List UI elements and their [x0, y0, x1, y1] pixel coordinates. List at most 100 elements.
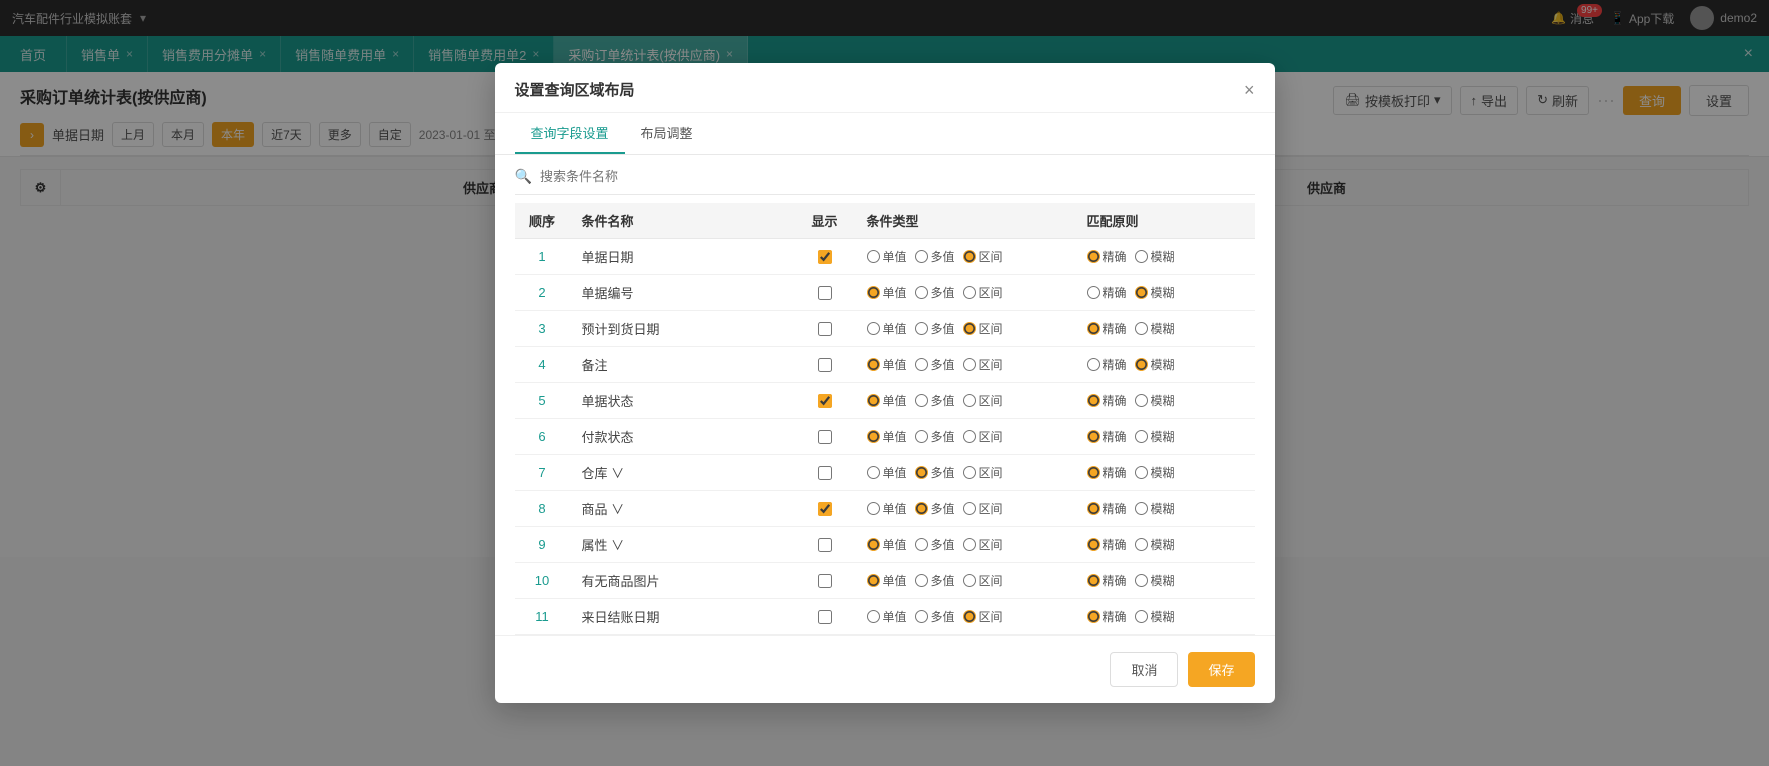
match-radio-模糊[interactable] [1135, 502, 1148, 515]
type-radio-多值[interactable] [915, 502, 928, 515]
table-row: 7 仓库 ∨ 单值多值区间 精确模糊 [515, 455, 1255, 491]
display-checkbox[interactable] [818, 358, 832, 372]
match-radio-精确[interactable] [1087, 286, 1100, 299]
condition-name: 付款状态 [582, 430, 634, 445]
display-checkbox[interactable] [818, 322, 832, 336]
table-row: 11来日结账日期单值多值区间精确模糊 [515, 599, 1255, 635]
th-display: 显示 [795, 203, 855, 239]
row-num: 5 [538, 393, 545, 408]
condition-type-group: 单值多值区间 [867, 356, 1063, 373]
type-radio-单值[interactable] [867, 538, 880, 551]
match-radio-模糊[interactable] [1135, 358, 1148, 371]
modal-close-btn[interactable]: × [1244, 81, 1255, 99]
match-radio-模糊[interactable] [1135, 394, 1148, 407]
condition-name: 仓库 ∨ [582, 466, 625, 481]
display-checkbox[interactable] [818, 250, 832, 264]
display-checkbox[interactable] [818, 466, 832, 480]
btn-cancel[interactable]: 取消 [1110, 652, 1178, 687]
type-radio-多值[interactable] [915, 250, 928, 263]
match-radio-模糊[interactable] [1135, 430, 1148, 443]
type-radio-多值[interactable] [915, 322, 928, 335]
type-radio-区间[interactable] [963, 502, 976, 515]
type-radio-区间[interactable] [963, 466, 976, 479]
display-checkbox[interactable] [818, 538, 832, 552]
match-radio-精确[interactable] [1087, 574, 1100, 587]
condition-type-group: 单值多值区间 [867, 248, 1063, 265]
type-radio-区间[interactable] [963, 250, 976, 263]
display-checkbox[interactable] [818, 502, 832, 516]
th-condition-type: 条件类型 [855, 203, 1075, 239]
match-radio-精确[interactable] [1087, 358, 1100, 371]
type-radio-单值[interactable] [867, 502, 880, 515]
type-radio-多值[interactable] [915, 394, 928, 407]
match-radio-模糊[interactable] [1135, 250, 1148, 263]
match-radio-模糊[interactable] [1135, 322, 1148, 335]
type-radio-多值[interactable] [915, 466, 928, 479]
type-radio-单值[interactable] [867, 286, 880, 299]
btn-save[interactable]: 保存 [1188, 652, 1254, 687]
type-radio-单值[interactable] [867, 466, 880, 479]
modal-tab-query-fields[interactable]: 查询字段设置 [515, 113, 625, 154]
match-radio-模糊[interactable] [1135, 466, 1148, 479]
condition-type-group: 单值多值区间 [867, 428, 1063, 445]
match-rule-group: 精确模糊 [1087, 464, 1243, 481]
modal-search-input[interactable] [532, 167, 1255, 186]
display-checkbox[interactable] [818, 394, 832, 408]
type-radio-区间[interactable] [963, 538, 976, 551]
modal-tab-layout[interactable]: 布局调整 [625, 113, 709, 154]
condition-name: 有无商品图片 [582, 574, 660, 589]
type-radio-单值[interactable] [867, 574, 880, 587]
type-radio-单值[interactable] [867, 610, 880, 623]
match-rule-group: 精确模糊 [1087, 320, 1243, 337]
type-radio-区间[interactable] [963, 430, 976, 443]
match-radio-精确[interactable] [1087, 610, 1100, 623]
type-radio-单值[interactable] [867, 250, 880, 263]
type-radio-区间[interactable] [963, 322, 976, 335]
match-radio-精确[interactable] [1087, 394, 1100, 407]
type-radio-区间[interactable] [963, 574, 976, 587]
match-radio-模糊[interactable] [1135, 538, 1148, 551]
type-radio-单值[interactable] [867, 358, 880, 371]
table-row: 4备注单值多值区间精确模糊 [515, 347, 1255, 383]
display-checkbox[interactable] [818, 286, 832, 300]
row-num: 6 [538, 429, 545, 444]
modal: 设置查询区域布局 × 查询字段设置 布局调整 🔍 [495, 63, 1275, 703]
type-radio-单值[interactable] [867, 394, 880, 407]
type-radio-区间[interactable] [963, 286, 976, 299]
match-radio-模糊[interactable] [1135, 610, 1148, 623]
match-radio-精确[interactable] [1087, 466, 1100, 479]
type-radio-区间[interactable] [963, 358, 976, 371]
type-radio-多值[interactable] [915, 574, 928, 587]
type-radio-单值[interactable] [867, 430, 880, 443]
match-radio-模糊[interactable] [1135, 574, 1148, 587]
match-rule-group: 精确模糊 [1087, 392, 1243, 409]
match-radio-精确[interactable] [1087, 322, 1100, 335]
match-radio-精确[interactable] [1087, 250, 1100, 263]
type-radio-单值[interactable] [867, 322, 880, 335]
modal-header: 设置查询区域布局 × [495, 63, 1275, 113]
match-radio-精确[interactable] [1087, 502, 1100, 515]
match-radio-精确[interactable] [1087, 430, 1100, 443]
type-radio-多值[interactable] [915, 430, 928, 443]
type-radio-区间[interactable] [963, 394, 976, 407]
type-radio-多值[interactable] [915, 286, 928, 299]
type-radio-多值[interactable] [915, 538, 928, 551]
match-rule-group: 精确模糊 [1087, 500, 1243, 517]
table-row: 6付款状态单值多值区间精确模糊 [515, 419, 1255, 455]
type-radio-多值[interactable] [915, 358, 928, 371]
match-radio-模糊[interactable] [1135, 286, 1148, 299]
match-radio-精确[interactable] [1087, 538, 1100, 551]
row-num: 9 [538, 537, 545, 552]
row-num: 1 [538, 249, 545, 264]
row-num: 7 [538, 465, 545, 480]
match-rule-group: 精确模糊 [1087, 284, 1243, 301]
type-radio-区间[interactable] [963, 610, 976, 623]
display-checkbox[interactable] [818, 610, 832, 624]
match-rule-group: 精确模糊 [1087, 356, 1243, 373]
type-radio-多值[interactable] [915, 610, 928, 623]
search-icon: 🔍 [515, 168, 532, 185]
condition-type-group: 单值多值区间 [867, 464, 1063, 481]
table-row: 10有无商品图片单值多值区间精确模糊 [515, 563, 1255, 599]
display-checkbox[interactable] [818, 430, 832, 444]
display-checkbox[interactable] [818, 574, 832, 588]
